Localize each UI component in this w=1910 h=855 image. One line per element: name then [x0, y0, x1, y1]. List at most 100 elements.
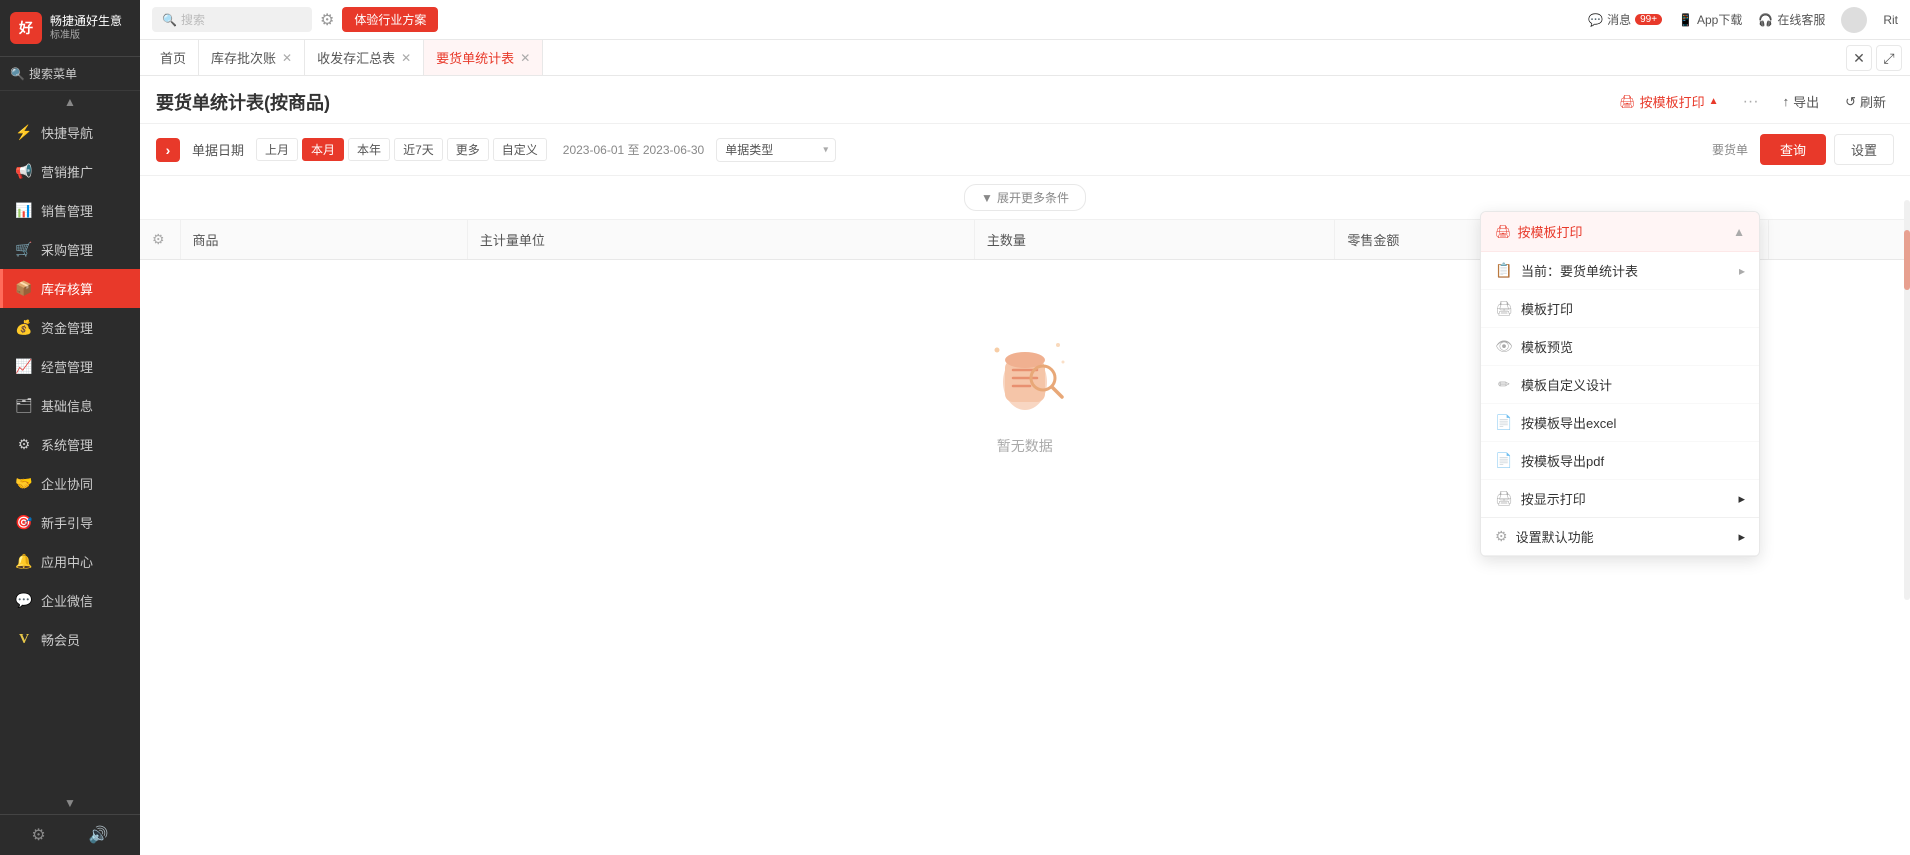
refresh-btn[interactable]: ↺ 刷新 — [1837, 88, 1894, 115]
inventory-icon: 📦 — [15, 280, 33, 298]
sidebar-scroll-down[interactable]: ▼ — [0, 792, 140, 814]
default-setting-icon: ⚙ — [1495, 528, 1508, 545]
dropdown-printer-icon: 🖨 — [1495, 224, 1512, 240]
dropdown-template-export-excel[interactable]: 📄 按模板导出excel — [1481, 404, 1759, 442]
topbar-gear-icon[interactable]: ⚙ — [320, 10, 334, 30]
display-print-icon: 🖨 — [1495, 490, 1513, 507]
guide-icon: 🎯 — [15, 514, 33, 532]
sidebar-item-purchase[interactable]: 🛒 采购管理 — [0, 230, 140, 269]
date-btns: 上月 本月 本年 近7天 更多 自定义 — [256, 138, 547, 161]
tab-expand-btn[interactable]: ⤢ — [1876, 45, 1902, 71]
close-order-stats-tab[interactable]: ✕ — [520, 51, 530, 65]
dropdown-close-icon[interactable]: ▲ — [1733, 225, 1745, 239]
sidebar-item-finance[interactable]: 💰 资金管理 — [0, 308, 140, 347]
date-more-btn[interactable]: 更多 — [447, 138, 489, 161]
tab-batch-account[interactable]: 库存批次账 ✕ — [199, 40, 305, 76]
template-export-excel-icon: 📄 — [1495, 414, 1513, 431]
date-this-year-btn[interactable]: 本年 — [348, 138, 390, 161]
date-this-month-btn[interactable]: 本月 — [302, 138, 344, 161]
template-export-pdf-icon: 📄 — [1495, 452, 1513, 469]
sidebar-item-wechat[interactable]: 💬 企业微信 — [0, 581, 140, 620]
page-title: 要货单统计表(按商品) — [156, 89, 330, 115]
toolbar-right: 查询 设置 — [1760, 134, 1894, 165]
operations-icon: 📈 — [15, 358, 33, 376]
sidebar-audio-btn[interactable]: 🔊 — [89, 825, 109, 845]
sidebar-item-system[interactable]: ⚙ 系统管理 — [0, 425, 140, 464]
dropdown-header[interactable]: 🖨 按模板打印 ▲ — [1481, 212, 1759, 252]
table-col-unit: 主计量单位 — [467, 220, 974, 260]
sidebar-item-collab[interactable]: 🤝 企业协同 — [0, 464, 140, 503]
messages-btn[interactable]: 💬 消息 99+ — [1588, 11, 1662, 28]
sidebar-item-appstore[interactable]: 🔔 应用中心 — [0, 542, 140, 581]
dropdown-header-left: 🖨 按模板打印 — [1495, 222, 1583, 241]
setting-btn[interactable]: 设置 — [1834, 134, 1894, 165]
export-icon: ↑ — [1783, 94, 1790, 109]
date-custom-btn[interactable]: 自定义 — [493, 138, 547, 161]
dropdown-template-export-pdf[interactable]: 📄 按模板导出pdf — [1481, 442, 1759, 480]
online-service-btn[interactable]: 🎧 在线客服 — [1758, 11, 1825, 28]
template-design-icon: ✏ — [1495, 376, 1513, 393]
sidebar-item-guide[interactable]: 🎯 新手引导 — [0, 503, 140, 542]
sales-icon: 📊 — [15, 202, 33, 220]
right-scrollbar[interactable] — [1904, 200, 1910, 600]
tab-close-btn[interactable]: ✕ — [1846, 45, 1872, 71]
collab-icon: 🤝 — [15, 475, 33, 493]
print-template-btn[interactable]: 🖨 按模板打印 ▲ — [1611, 88, 1726, 115]
dropdown-template-preview[interactable]: 👁 模板预览 — [1481, 328, 1759, 366]
sidebar-scroll-up[interactable]: ▲ — [0, 91, 140, 113]
close-batch-account-tab[interactable]: ✕ — [282, 51, 292, 65]
topbar: 🔍 搜索 ⚙ 体验行业方案 💬 消息 99+ 📱 App下载 🎧 在线客服 Ri… — [140, 0, 1910, 40]
sidebar-item-marketing[interactable]: 📢 营销推广 — [0, 152, 140, 191]
dropdown-template-print[interactable]: 🖨 模板打印 — [1481, 290, 1759, 328]
more-actions-btn[interactable]: ··· — [1737, 91, 1765, 113]
expand-more-icon: ▼ — [981, 191, 993, 205]
topbar-search-box[interactable]: 🔍 搜索 — [152, 7, 312, 32]
tabs: 首页 库存批次账 ✕ 收发存汇总表 ✕ 要货单统计表 ✕ ✕ ⤢ — [140, 40, 1910, 76]
headset-icon: 🎧 — [1758, 13, 1773, 27]
main-content: 🔍 搜索 ⚙ 体验行业方案 💬 消息 99+ 📱 App下载 🎧 在线客服 Ri… — [140, 0, 1910, 855]
finance-icon: 💰 — [15, 319, 33, 337]
sidebar-item-basic[interactable]: 🗂 基础信息 — [0, 386, 140, 425]
refresh-icon: ↺ — [1845, 94, 1856, 110]
empty-state-icon — [975, 320, 1075, 420]
query-btn[interactable]: 查询 — [1760, 134, 1826, 165]
dropdown-display-print-section[interactable]: 🖨 按显示打印 ▸ — [1481, 480, 1759, 518]
date-7days-btn[interactable]: 近7天 — [394, 138, 443, 161]
empty-text: 暂无数据 — [997, 436, 1053, 456]
sidebar-item-inventory[interactable]: 📦 库存核算 — [0, 269, 140, 308]
app-download-btn[interactable]: 📱 App下载 — [1678, 11, 1742, 28]
sidebar-item-sales[interactable]: 📊 销售管理 — [0, 191, 140, 230]
table-col-extra — [1769, 220, 1910, 260]
sidebar-item-quick-nav[interactable]: ⚡ 快捷导航 — [0, 113, 140, 152]
appstore-icon: 🔔 — [15, 553, 33, 571]
sidebar-item-member[interactable]: V 畅会员 — [0, 620, 140, 659]
expand-more-btn[interactable]: ▼ 展开更多条件 — [964, 184, 1086, 211]
dropdown-template-design[interactable]: ✏ 模板自定义设计 — [1481, 366, 1759, 404]
right-scrollbar-thumb — [1904, 230, 1910, 290]
topbar-right: 💬 消息 99+ 📱 App下载 🎧 在线客服 Rit — [1588, 7, 1898, 33]
close-collection-summary-tab[interactable]: ✕ — [401, 51, 411, 65]
messages-badge: 99+ — [1635, 14, 1662, 25]
table-settings-icon[interactable]: ⚙ — [152, 231, 165, 247]
type-select[interactable]: 单据类型 — [716, 138, 836, 162]
current-template-icon: 📋 — [1495, 262, 1513, 279]
filter-row: › 单据日期 上月 本月 本年 近7天 更多 自定义 2023-06-01 至 … — [156, 134, 1894, 165]
tab-collection-summary[interactable]: 收发存汇总表 ✕ — [305, 40, 424, 76]
chevron-right-icon: › — [166, 142, 171, 158]
export-btn[interactable]: ↑ 导出 — [1775, 88, 1828, 115]
page-title-bar: 要货单统计表(按商品) 🖨 按模板打印 ▲ ··· ↑ 导出 ↺ 刷新 — [140, 76, 1910, 124]
filter-expand-btn[interactable]: › — [156, 138, 180, 162]
table-col-product: 商品 — [180, 220, 467, 260]
purchase-icon: 🛒 — [15, 241, 33, 259]
trial-btn[interactable]: 体验行业方案 — [342, 7, 438, 32]
dropdown-current-template[interactable]: 📋 当前：要货单统计表 ▸ — [1481, 252, 1759, 290]
sidebar-settings-btn[interactable]: ⚙ — [31, 825, 45, 845]
date-last-month-btn[interactable]: 上月 — [256, 138, 298, 161]
sidebar-search[interactable]: 🔍 搜索菜单 — [0, 57, 140, 91]
sidebar-item-operations[interactable]: 📈 经营管理 — [0, 347, 140, 386]
dropdown-default-setting-section[interactable]: ⚙ 设置默认功能 ▸ — [1481, 518, 1759, 556]
avatar[interactable] — [1841, 7, 1867, 33]
tab-order-stats[interactable]: 要货单统计表 ✕ — [424, 40, 543, 76]
sidebar-footer: ⚙ 🔊 — [0, 814, 140, 855]
tab-home[interactable]: 首页 — [148, 40, 199, 76]
